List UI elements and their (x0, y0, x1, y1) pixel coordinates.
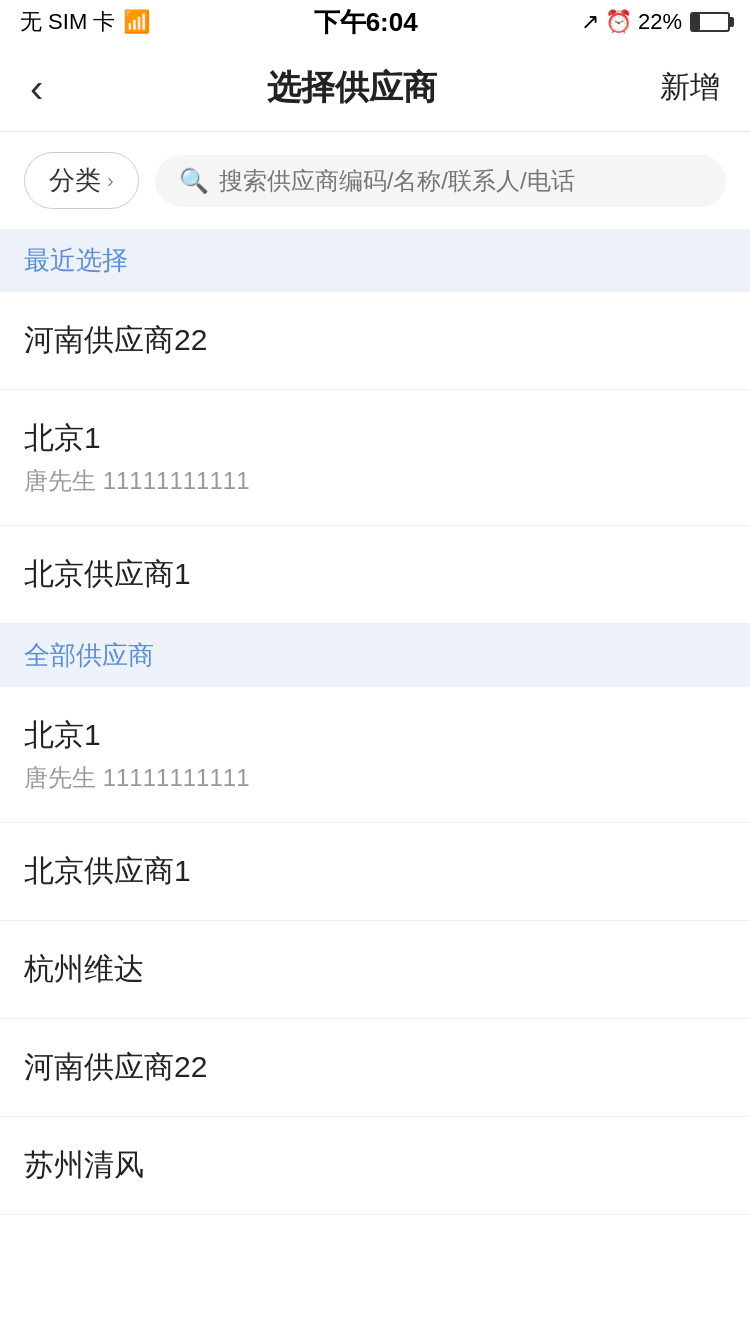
list-item[interactable]: 北京供应商1 (0, 526, 750, 624)
search-icon: 🔍 (179, 167, 209, 195)
wifi-icon: 📶 (123, 9, 150, 35)
page-title: 选择供应商 (267, 65, 437, 111)
item-sub: 唐先生 11111111111 (24, 762, 726, 794)
sim-label: 无 SIM 卡 (20, 7, 115, 37)
item-name: 北京供应商1 (24, 554, 726, 595)
all-section-header: 全部供应商 (0, 624, 750, 687)
item-name: 北京1 (24, 715, 726, 756)
battery-percentage: 22% (638, 9, 682, 35)
recent-section-header: 最近选择 (0, 229, 750, 292)
item-name: 河南供应商22 (24, 320, 726, 361)
recent-section-title: 最近选择 (24, 245, 128, 275)
search-input[interactable] (219, 167, 702, 195)
filter-row: 分类 › 🔍 (0, 132, 750, 229)
item-name: 河南供应商22 (24, 1047, 726, 1088)
list-item[interactable]: 河南供应商22 (0, 292, 750, 390)
battery-icon (690, 12, 730, 32)
list-item[interactable]: 杭州维达 (0, 921, 750, 1019)
category-button[interactable]: 分类 › (24, 152, 139, 209)
item-name: 杭州维达 (24, 949, 726, 990)
list-item[interactable]: 苏州清风 (0, 1117, 750, 1215)
status-time: 下午6:04 (314, 5, 418, 40)
all-list: 北京1 唐先生 11111111111 北京供应商1 杭州维达 河南供应商22 … (0, 687, 750, 1215)
list-item[interactable]: 北京供应商1 (0, 823, 750, 921)
search-box[interactable]: 🔍 (155, 155, 726, 207)
category-label: 分类 (49, 163, 101, 198)
alarm-icon: ⏰ (605, 9, 632, 35)
status-right: ↗ ⏰ 22% (581, 9, 730, 35)
list-item[interactable]: 北京1 唐先生 11111111111 (0, 390, 750, 526)
item-name: 北京供应商1 (24, 851, 726, 892)
all-section-title: 全部供应商 (24, 640, 154, 670)
status-bar: 无 SIM 卡 📶 下午6:04 ↗ ⏰ 22% (0, 0, 750, 44)
item-sub: 唐先生 11111111111 (24, 465, 726, 497)
location-icon: ↗ (581, 9, 599, 35)
status-left: 无 SIM 卡 📶 (20, 7, 150, 37)
back-button[interactable]: ‹ (30, 68, 43, 108)
item-name: 苏州清风 (24, 1145, 726, 1186)
nav-bar: ‹ 选择供应商 新增 (0, 44, 750, 132)
list-item[interactable]: 河南供应商22 (0, 1019, 750, 1117)
list-item[interactable]: 北京1 唐先生 11111111111 (0, 687, 750, 823)
chevron-right-icon: › (107, 169, 114, 192)
add-button[interactable]: 新增 (660, 67, 720, 108)
recent-list: 河南供应商22 北京1 唐先生 11111111111 北京供应商1 (0, 292, 750, 624)
item-name: 北京1 (24, 418, 726, 459)
